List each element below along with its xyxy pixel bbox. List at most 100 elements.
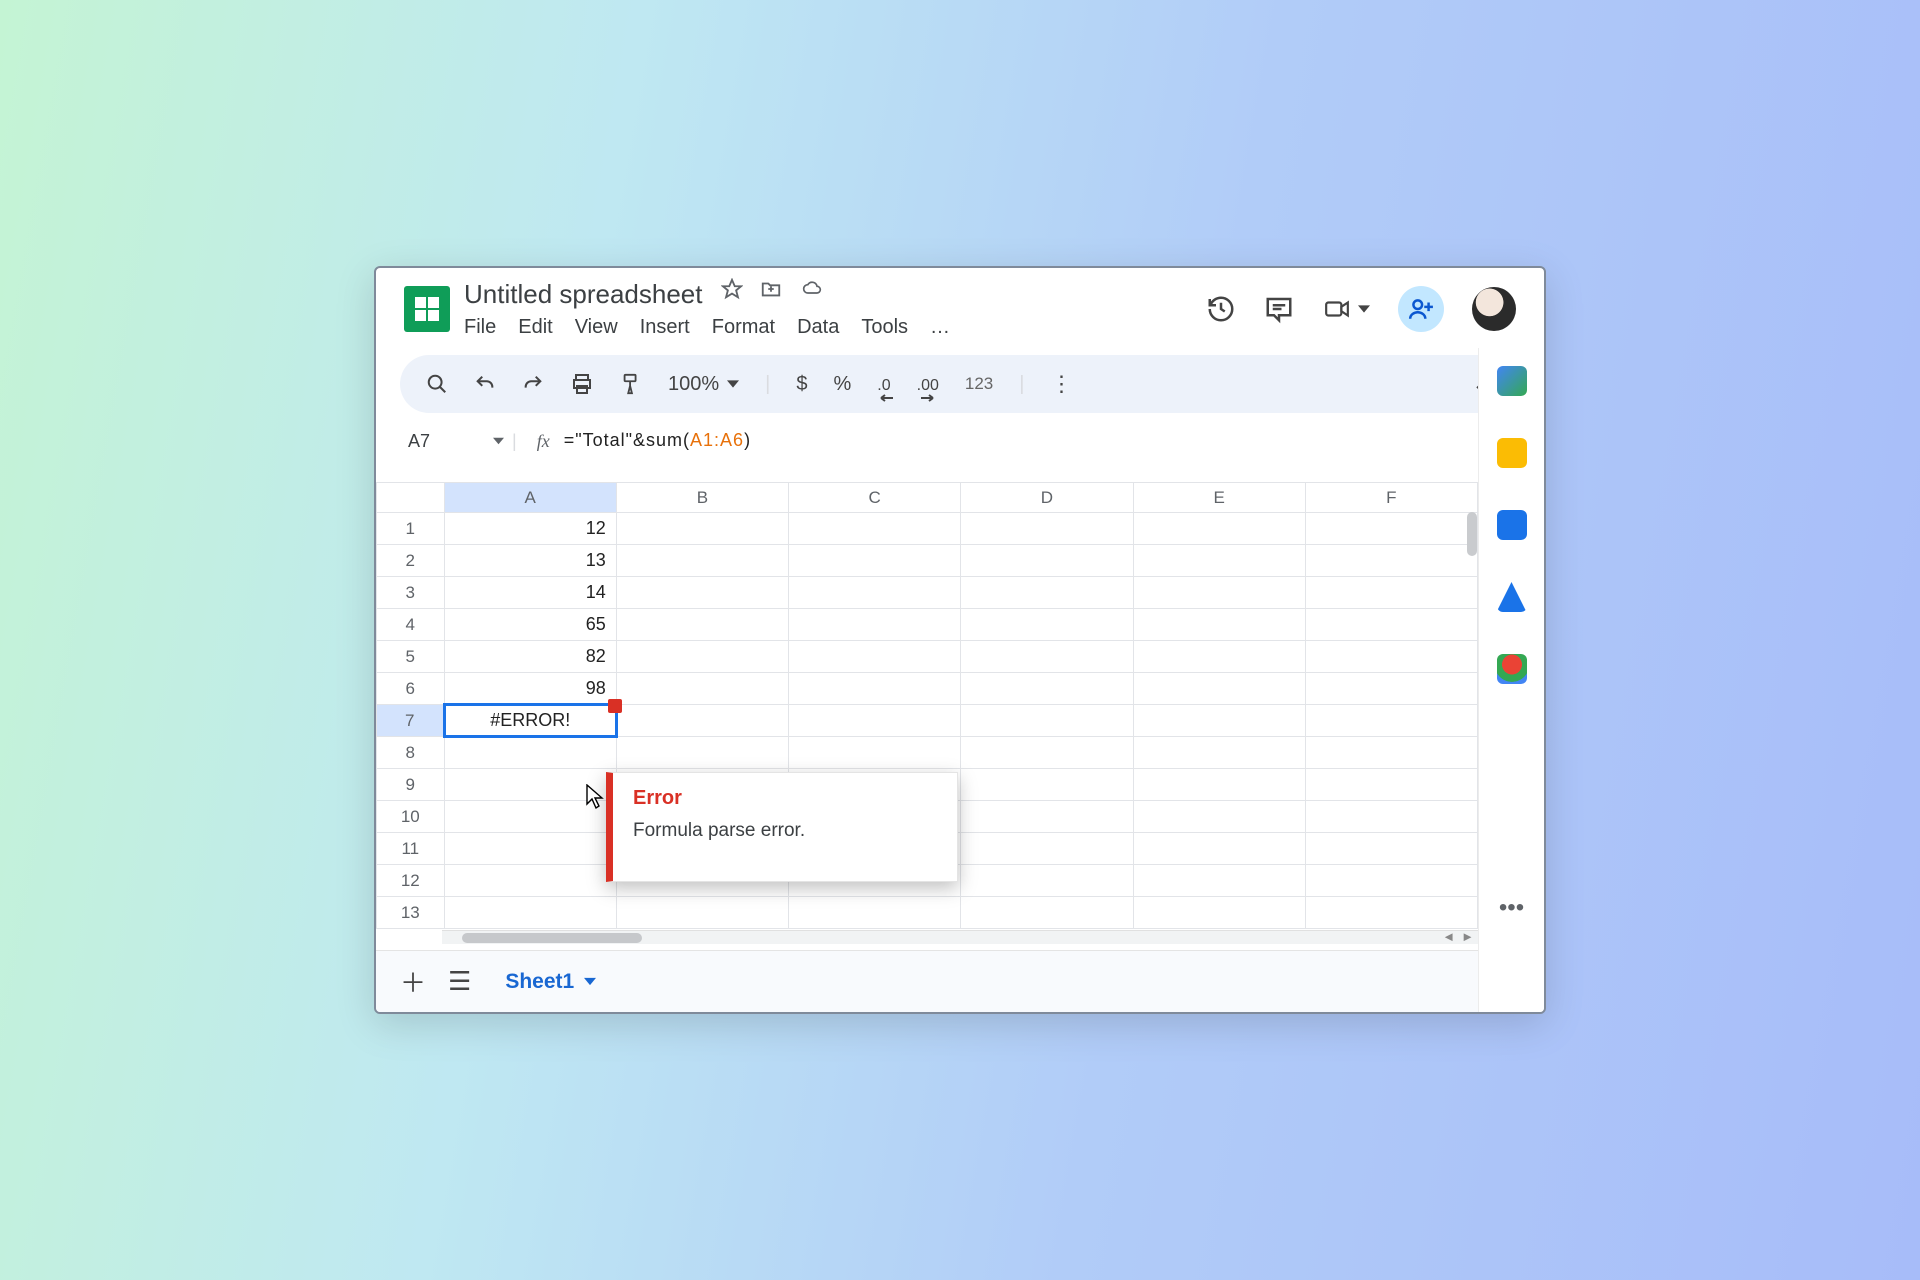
cell-F9[interactable] bbox=[1305, 769, 1477, 801]
redo-icon[interactable] bbox=[522, 373, 544, 395]
cell-C7[interactable] bbox=[789, 705, 961, 737]
cell-D13[interactable] bbox=[961, 897, 1133, 929]
menu-edit[interactable]: Edit bbox=[518, 316, 552, 339]
cell-E11[interactable] bbox=[1133, 833, 1305, 865]
cell-B4[interactable] bbox=[616, 609, 788, 641]
cell-C1[interactable] bbox=[789, 513, 961, 545]
cloud-status-icon[interactable] bbox=[799, 278, 825, 300]
paint-format-icon[interactable] bbox=[620, 372, 642, 396]
maps-app-icon[interactable] bbox=[1497, 654, 1527, 684]
cell-E9[interactable] bbox=[1133, 769, 1305, 801]
cell-A7[interactable]: #ERROR! bbox=[444, 705, 616, 737]
cell-C13[interactable] bbox=[789, 897, 961, 929]
cell-C2[interactable] bbox=[789, 545, 961, 577]
cell-C4[interactable] bbox=[789, 609, 961, 641]
cell-F6[interactable] bbox=[1305, 673, 1477, 705]
star-icon[interactable] bbox=[721, 278, 743, 300]
row-header-12[interactable]: 12 bbox=[377, 865, 445, 897]
cell-A11[interactable] bbox=[444, 833, 616, 865]
cell-F3[interactable] bbox=[1305, 577, 1477, 609]
cell-B2[interactable] bbox=[616, 545, 788, 577]
cell-B3[interactable] bbox=[616, 577, 788, 609]
cell-A5[interactable]: 82 bbox=[444, 641, 616, 673]
doc-title[interactable]: Untitled spreadsheet bbox=[464, 279, 702, 309]
cell-B8[interactable] bbox=[616, 737, 788, 769]
cell-A4[interactable]: 65 bbox=[444, 609, 616, 641]
cell-D6[interactable] bbox=[961, 673, 1133, 705]
cell-A6[interactable]: 98 bbox=[444, 673, 616, 705]
number-format[interactable]: 123 bbox=[965, 374, 993, 394]
row-header-7[interactable]: 7 bbox=[377, 705, 445, 737]
col-header-A[interactable]: A bbox=[444, 483, 616, 513]
side-panel-more-icon[interactable]: ••• bbox=[1499, 894, 1524, 922]
cell-D12[interactable] bbox=[961, 865, 1133, 897]
cell-A13[interactable] bbox=[444, 897, 616, 929]
col-header-D[interactable]: D bbox=[961, 483, 1133, 513]
row-header-11[interactable]: 11 bbox=[377, 833, 445, 865]
vscroll-thumb[interactable] bbox=[1467, 512, 1477, 556]
calendar-app-icon[interactable] bbox=[1497, 366, 1527, 396]
row-header-9[interactable]: 9 bbox=[377, 769, 445, 801]
cell-E3[interactable] bbox=[1133, 577, 1305, 609]
cell-B1[interactable] bbox=[616, 513, 788, 545]
sheet-tab-menu-icon[interactable] bbox=[584, 977, 596, 986]
history-icon[interactable] bbox=[1206, 294, 1236, 324]
format-currency[interactable]: $ bbox=[796, 373, 807, 396]
cell-D7[interactable] bbox=[961, 705, 1133, 737]
cell-E4[interactable] bbox=[1133, 609, 1305, 641]
cell-A1[interactable]: 12 bbox=[444, 513, 616, 545]
cell-C3[interactable] bbox=[789, 577, 961, 609]
cell-F11[interactable] bbox=[1305, 833, 1477, 865]
cell-F7[interactable] bbox=[1305, 705, 1477, 737]
zoom-dropdown[interactable]: 100% bbox=[668, 373, 739, 396]
cell-F4[interactable] bbox=[1305, 609, 1477, 641]
row-header-13[interactable]: 13 bbox=[377, 897, 445, 929]
comments-icon[interactable] bbox=[1264, 294, 1294, 324]
meet-icon[interactable] bbox=[1322, 296, 1370, 322]
cell-B13[interactable] bbox=[616, 897, 788, 929]
all-sheets-icon[interactable]: ☰ bbox=[448, 966, 471, 997]
cell-F5[interactable] bbox=[1305, 641, 1477, 673]
row-header-10[interactable]: 10 bbox=[377, 801, 445, 833]
cell-D1[interactable] bbox=[961, 513, 1133, 545]
menu-tools[interactable]: Tools bbox=[861, 316, 908, 339]
select-all-corner[interactable] bbox=[377, 483, 445, 513]
sheet-tab-sheet1[interactable]: Sheet1 bbox=[493, 964, 608, 1000]
cell-E8[interactable] bbox=[1133, 737, 1305, 769]
col-header-C[interactable]: C bbox=[789, 483, 961, 513]
cell-A12[interactable] bbox=[444, 865, 616, 897]
row-header-2[interactable]: 2 bbox=[377, 545, 445, 577]
cell-E6[interactable] bbox=[1133, 673, 1305, 705]
col-header-E[interactable]: E bbox=[1133, 483, 1305, 513]
cell-F10[interactable] bbox=[1305, 801, 1477, 833]
cell-D5[interactable] bbox=[961, 641, 1133, 673]
menu-more[interactable]: … bbox=[930, 316, 950, 339]
cell-D9[interactable] bbox=[961, 769, 1133, 801]
menu-view[interactable]: View bbox=[575, 316, 618, 339]
horizontal-scrollbar[interactable]: ◄ ► bbox=[442, 930, 1478, 944]
cell-C6[interactable] bbox=[789, 673, 961, 705]
move-folder-icon[interactable] bbox=[759, 278, 783, 300]
cell-C8[interactable] bbox=[789, 737, 961, 769]
cell-E5[interactable] bbox=[1133, 641, 1305, 673]
cell-E12[interactable] bbox=[1133, 865, 1305, 897]
cell-E10[interactable] bbox=[1133, 801, 1305, 833]
hscroll-thumb[interactable] bbox=[462, 933, 642, 943]
cell-A3[interactable]: 14 bbox=[444, 577, 616, 609]
increase-decimal-icon[interactable]: .00 bbox=[917, 373, 939, 396]
cell-D4[interactable] bbox=[961, 609, 1133, 641]
formula-input[interactable]: ="Total"&sum(A1:A6) bbox=[564, 430, 751, 452]
keep-app-icon[interactable] bbox=[1497, 438, 1527, 468]
cell-B6[interactable] bbox=[616, 673, 788, 705]
col-header-F[interactable]: F bbox=[1305, 483, 1477, 513]
cell-E7[interactable] bbox=[1133, 705, 1305, 737]
cell-E2[interactable] bbox=[1133, 545, 1305, 577]
sheets-logo[interactable] bbox=[404, 286, 450, 332]
row-header-6[interactable]: 6 bbox=[377, 673, 445, 705]
menu-file[interactable]: File bbox=[464, 316, 496, 339]
cell-A2[interactable]: 13 bbox=[444, 545, 616, 577]
vertical-scrollbar[interactable] bbox=[1466, 512, 1478, 812]
print-icon[interactable] bbox=[570, 372, 594, 396]
cell-D2[interactable] bbox=[961, 545, 1133, 577]
decrease-decimal-icon[interactable]: .0 bbox=[877, 373, 890, 396]
